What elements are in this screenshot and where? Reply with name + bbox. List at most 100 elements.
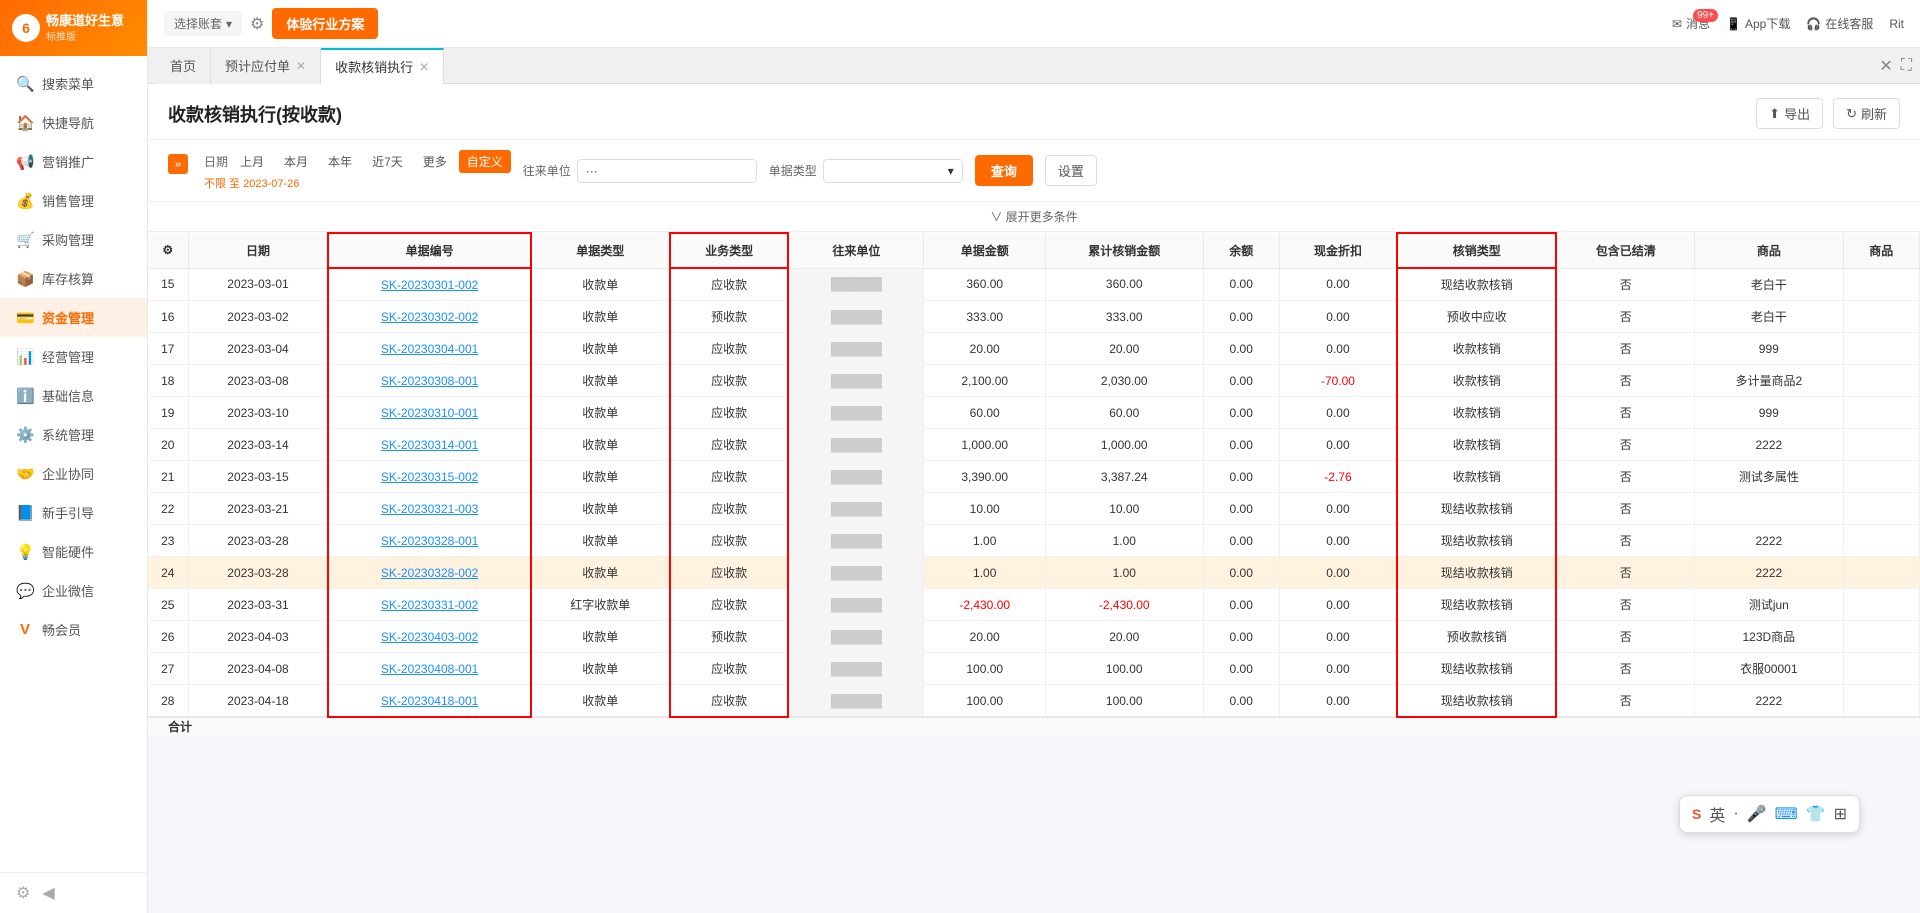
row-no: 21 [148, 461, 188, 493]
tab-collection[interactable]: 收款核销执行 ✕ [321, 48, 444, 84]
ime-grid-icon[interactable]: ⊞ [1834, 804, 1847, 824]
app-download-button[interactable]: 📱 App下载 [1726, 15, 1790, 32]
tab-collection-close[interactable]: ✕ [419, 60, 429, 74]
sidebar-item-purchase[interactable]: 🛒 采购管理 [0, 220, 147, 259]
row-product1: 123D商品 [1695, 621, 1844, 653]
row-partner: ██████ [788, 461, 924, 493]
ime-mic-icon[interactable]: 🎤 [1747, 804, 1767, 824]
sidebar-item-enterprise[interactable]: 🤝 企业协同 [0, 454, 147, 493]
row-amount: 10.00 [924, 493, 1046, 525]
sidebar-item-search[interactable]: 🔍 搜索菜单 [0, 64, 147, 103]
table-row[interactable]: 17 2023-03-04 SK-20230304-001 收款单 应收款 ██… [148, 333, 1920, 365]
table-row[interactable]: 24 2023-03-28 SK-20230328-002 收款单 应收款 ██… [148, 557, 1920, 589]
col-acc-amount: 累计核销金额 [1045, 233, 1203, 268]
row-bill-no[interactable]: SK-20230403-002 [328, 621, 530, 653]
ime-keyboard-icon[interactable]: ⌨ [1775, 804, 1798, 824]
table-row[interactable]: 16 2023-03-02 SK-20230302-002 收款单 预收款 ██… [148, 301, 1920, 333]
voucher-type-select[interactable]: ▾ [823, 159, 963, 183]
table-row[interactable]: 20 2023-03-14 SK-20230314-001 收款单 应收款 ██… [148, 429, 1920, 461]
row-bill-no[interactable]: SK-20230408-001 [328, 653, 530, 685]
date-more-btn[interactable]: 更多 [415, 150, 455, 173]
sidebar-item-hardware[interactable]: 💡 智能硬件 [0, 532, 147, 571]
user-info[interactable]: Rit [1889, 17, 1904, 31]
row-date: 2023-03-21 [188, 493, 328, 525]
online-service-button[interactable]: 🎧 在线客服 [1806, 15, 1873, 32]
tab-maximize-button[interactable]: ⛶ [1901, 56, 1912, 76]
row-biz-type: 应收款 [670, 333, 789, 365]
row-cancel-type: 现结收款核销 [1397, 493, 1556, 525]
tab-home[interactable]: 首页 [156, 48, 211, 84]
query-button[interactable]: 查询 [975, 155, 1033, 186]
date-this-year-btn[interactable]: 本年 [320, 150, 360, 173]
table-row[interactable]: 26 2023-04-03 SK-20230403-002 收款单 预收款 ██… [148, 621, 1920, 653]
row-bill-no[interactable]: SK-20230328-001 [328, 525, 530, 557]
date-this-month-btn[interactable]: 本月 [276, 150, 316, 173]
row-product2 [1843, 685, 1919, 718]
expand-more-bar[interactable]: ∨ 展开更多条件 [148, 202, 1920, 232]
row-partner: ██████ [788, 301, 924, 333]
row-bill-no[interactable]: SK-20230331-002 [328, 589, 530, 621]
row-bill-no[interactable]: SK-20230418-001 [328, 685, 530, 718]
message-button[interactable]: ✉ 消息 99+ [1672, 15, 1710, 32]
row-bill-no[interactable]: SK-20230328-002 [328, 557, 530, 589]
ime-en-icon[interactable]: 英 [1709, 802, 1725, 826]
phone-icon: 📱 [1726, 17, 1741, 31]
sidebar-item-wechat[interactable]: 💬 企业微信 [0, 571, 147, 610]
settings-icon[interactable]: ⚙ [16, 883, 30, 903]
sidebar-item-marketing[interactable]: 📢 营销推广 [0, 142, 147, 181]
date-last-month-btn[interactable]: 上月 [232, 150, 272, 173]
tab-prepay[interactable]: 预计应付单 ✕ [211, 48, 321, 84]
row-bill-no[interactable]: SK-20230302-002 [328, 301, 530, 333]
row-bill-no[interactable]: SK-20230308-001 [328, 365, 530, 397]
col-settings-icon[interactable]: ⚙ [148, 233, 188, 268]
collapse-icon[interactable]: ◀ [42, 883, 54, 903]
row-bill-no[interactable]: SK-20230314-001 [328, 429, 530, 461]
partner-input[interactable]: ··· [577, 159, 757, 183]
table-row[interactable]: 28 2023-04-18 SK-20230418-001 收款单 应收款 ██… [148, 685, 1920, 718]
sidebar-item-basic[interactable]: ℹ️ 基础信息 [0, 376, 147, 415]
table-row[interactable]: 27 2023-04-08 SK-20230408-001 收款单 应收款 ██… [148, 653, 1920, 685]
table-container: ⚙ 日期 单据编号 单据类型 业务类型 往来单位 单据金额 累计核销金额 余额 … [148, 232, 1920, 735]
table-row[interactable]: 22 2023-03-21 SK-20230321-003 收款单 应收款 ██… [148, 493, 1920, 525]
row-bill-no[interactable]: SK-20230310-001 [328, 397, 530, 429]
table-row[interactable]: 23 2023-03-28 SK-20230328-001 收款单 应收款 ██… [148, 525, 1920, 557]
sidebar-item-vip[interactable]: V 畅会员 [0, 610, 147, 649]
table-row[interactable]: 21 2023-03-15 SK-20230315-002 收款单 应收款 ██… [148, 461, 1920, 493]
settings-button[interactable]: 设置 [1045, 155, 1097, 186]
sidebar-item-sales[interactable]: 💰 销售管理 [0, 181, 147, 220]
partner-filter-label: 往来单位 [523, 162, 571, 179]
basic-icon: ℹ️ [16, 387, 34, 405]
refresh-button[interactable]: ↻ 刷新 [1833, 98, 1900, 129]
ime-skin-icon[interactable]: 👕 [1806, 804, 1826, 824]
gear-icon[interactable]: ⚙ [250, 14, 264, 34]
export-button[interactable]: ⬆ 导出 [1756, 98, 1823, 129]
row-bill-no[interactable]: SK-20230315-002 [328, 461, 530, 493]
sidebar-item-finance[interactable]: 💳 资金管理 [0, 298, 147, 337]
ime-music-icon[interactable]: · [1733, 805, 1738, 823]
sidebar-item-operation[interactable]: 📊 经营管理 [0, 337, 147, 376]
table-row[interactable]: 25 2023-03-31 SK-20230331-002 红字收款单 应收款 … [148, 589, 1920, 621]
row-bill-no[interactable]: SK-20230304-001 [328, 333, 530, 365]
row-acc-amount: 2,030.00 [1045, 365, 1203, 397]
table-footer-label: 合计 [148, 717, 1920, 735]
date-custom-btn[interactable]: 自定义 [459, 150, 511, 173]
table-row[interactable]: 19 2023-03-10 SK-20230310-001 收款单 应收款 ██… [148, 397, 1920, 429]
sidebar-item-guide[interactable]: 📘 新手引导 [0, 493, 147, 532]
tab-prepay-close[interactable]: ✕ [296, 59, 306, 73]
row-product2 [1843, 557, 1919, 589]
row-bill-no[interactable]: SK-20230301-002 [328, 268, 530, 301]
date-7days-btn[interactable]: 近7天 [364, 150, 411, 173]
sidebar-item-inventory[interactable]: 📦 库存核算 [0, 259, 147, 298]
sidebar-item-system[interactable]: ⚙️ 系统管理 [0, 415, 147, 454]
row-included: 否 [1556, 557, 1694, 589]
table-row[interactable]: 15 2023-03-01 SK-20230301-002 收款单 应收款 ██… [148, 268, 1920, 301]
account-selector-text: 选择账套 [174, 15, 222, 32]
sidebar-item-shortcut[interactable]: 🏠 快捷导航 [0, 103, 147, 142]
table-row[interactable]: 18 2023-03-08 SK-20230308-001 收款单 应收款 ██… [148, 365, 1920, 397]
row-bill-no[interactable]: SK-20230321-003 [328, 493, 530, 525]
solution-button[interactable]: 体验行业方案 [272, 8, 378, 39]
account-selector[interactable]: 选择账套 ▾ [164, 11, 242, 36]
tab-close-all-button[interactable]: ✕ [1879, 56, 1892, 76]
row-amount: 2,100.00 [924, 365, 1046, 397]
filter-toggle-button[interactable]: » [168, 154, 188, 174]
